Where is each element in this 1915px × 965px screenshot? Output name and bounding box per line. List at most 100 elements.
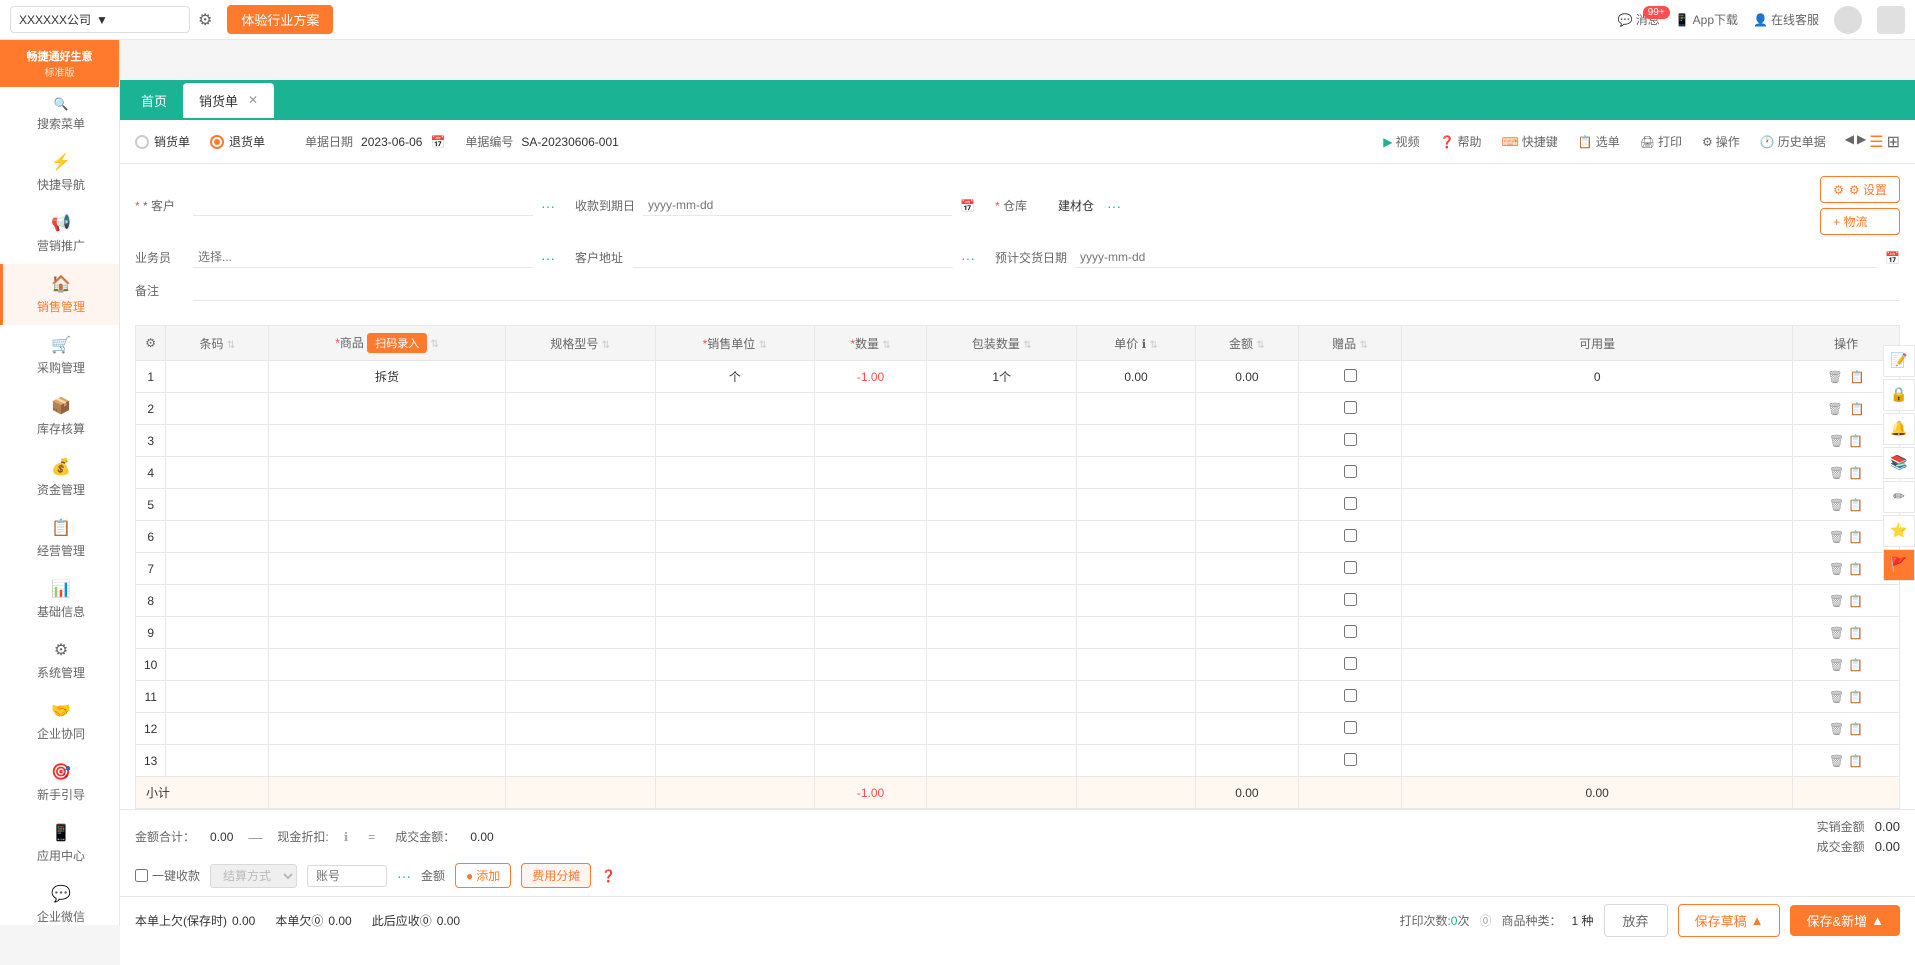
row1-gift[interactable] [1298,361,1401,393]
row1-barcode[interactable] [166,361,269,393]
tab-home[interactable]: 首页 [125,83,183,118]
online-service-btn[interactable]: 👤 在线客服 [1753,11,1819,28]
next-icon[interactable]: ▶ [1857,132,1866,152]
one-click-payment-label[interactable]: 一键收款 [135,867,200,884]
sidebar-item-operations[interactable]: 📋 经营管理 [0,508,119,569]
sidebar-item-enterprise[interactable]: 🤝 企业协同 [0,691,119,752]
avatar[interactable] [1834,6,1862,34]
customer-input[interactable] [193,195,533,216]
right-panel-note-icon[interactable]: 📝 [1883,345,1915,377]
sidebar-item-inventory[interactable]: 📦 库存核算 [0,386,119,447]
row12-gift-cb[interactable] [1344,721,1357,734]
sidebar-item-appstore[interactable]: 📱 应用中心 [0,813,119,874]
sidebar-item-sales[interactable]: 🏠 销售管理 [0,264,119,325]
row6-delete-icon[interactable]: 🗑 [1829,530,1844,544]
help-btn[interactable]: ❓ 帮助 [1434,130,1488,153]
discard-btn[interactable]: 放弃 [1604,904,1668,937]
account-input[interactable] [307,865,387,887]
row1-product[interactable]: 拆货 [269,361,505,393]
row8-copy-icon[interactable]: 📋 [1848,594,1863,608]
row4-delete-icon[interactable]: 🗑 [1829,466,1844,480]
product-types-icon[interactable]: ⓪ [1480,912,1492,929]
row9-copy-icon[interactable]: 📋 [1848,626,1863,640]
row1-copy-icon[interactable]: 📋 [1850,370,1865,384]
add-payment-btn[interactable]: ● 添加 [455,863,511,888]
settings-btn[interactable]: ⚙ ⚙ 设置 [1820,176,1900,203]
right-panel-star-icon[interactable]: ⭐ [1883,515,1915,547]
row13-delete-icon[interactable]: 🗑 [1829,754,1844,768]
prev-icon[interactable]: ◀ [1845,132,1854,152]
sidebar-item-system[interactable]: ⚙ 系统管理 [0,630,119,691]
remark-input[interactable] [193,280,1900,301]
account-more-btn[interactable]: ··· [397,868,411,884]
sidebar-item-wechat[interactable]: 💬 企业微信 [0,874,119,925]
discount-info-icon[interactable]: ℹ [344,830,349,844]
row8-delete-icon[interactable]: 🗑 [1829,594,1844,608]
row7-gift-cb[interactable] [1344,561,1357,574]
customer-address-input[interactable] [633,247,953,268]
sidebar-item-marketing[interactable]: 📢 营销推广 [0,203,119,264]
row11-copy-icon[interactable]: 📋 [1848,690,1863,704]
row3-copy-icon[interactable]: 📋 [1848,434,1863,448]
calendar-icon-payment[interactable]: 📅 [960,199,975,213]
radio-return[interactable]: 退货单 [210,133,265,150]
row3-gift-cb[interactable] [1344,433,1357,446]
sidebar-item-finance[interactable]: 💰 资金管理 [0,447,119,508]
row1-gift-cb[interactable] [1344,369,1357,382]
expense-help-icon[interactable]: ❓ [601,869,616,883]
calendar-icon-delivery[interactable]: 📅 [1885,251,1900,265]
trial-btn[interactable]: 体验行业方案 [227,5,333,34]
row5-delete-icon[interactable]: 🗑 [1829,498,1844,512]
row8-gift-cb[interactable] [1344,593,1357,606]
sidebar-item-quick-nav[interactable]: ⚡ 快捷导航 [0,142,119,203]
row11-delete-icon[interactable]: 🗑 [1829,690,1844,704]
list-view-icon[interactable]: ☰ [1869,132,1883,152]
one-click-payment-cb[interactable] [135,869,148,882]
row4-copy-icon[interactable]: 📋 [1848,466,1863,480]
sidebar-item-guide[interactable]: 🎯 新手引导 [0,752,119,813]
tab-sale-order[interactable]: 销货单 ✕ [183,83,274,118]
row5-copy-icon[interactable]: 📋 [1848,498,1863,512]
salesperson-more-btn[interactable]: ··· [541,250,555,266]
address-more-btn[interactable]: ··· [961,250,975,266]
row1-spec[interactable] [505,361,655,393]
print-btn[interactable]: 🖨 打印 [1634,130,1688,153]
row7-delete-icon[interactable]: 🗑 [1829,562,1844,576]
tab-close-icon[interactable]: ✕ [248,93,258,107]
row12-delete-icon[interactable]: 🗑 [1829,722,1844,736]
scan-btn[interactable]: 扫码录入 [367,333,427,353]
right-panel-bell-icon[interactable]: 🔔 [1883,413,1915,445]
app-download-btn[interactable]: 📱 App下载 [1675,11,1738,28]
logistics-btn[interactable]: + 物流 [1820,208,1900,235]
row13-copy-icon[interactable]: 📋 [1848,754,1863,768]
message-btn[interactable]: 💬 消息 99+ [1618,11,1660,28]
warehouse-more-btn[interactable]: ··· [1107,198,1121,214]
row11-gift-cb[interactable] [1344,689,1357,702]
row1-price[interactable]: 0.00 [1077,361,1196,393]
row13-gift-cb[interactable] [1344,753,1357,766]
right-panel-edit-icon[interactable]: ✏ [1883,481,1915,513]
right-panel-book-icon[interactable]: 📚 [1883,447,1915,479]
row6-copy-icon[interactable]: 📋 [1848,530,1863,544]
row7-copy-icon[interactable]: 📋 [1848,562,1863,576]
row5-gift-cb[interactable] [1344,497,1357,510]
row1-unit[interactable]: 个 [655,361,814,393]
row3-delete-icon[interactable]: 🗑 [1829,434,1844,448]
row9-delete-icon[interactable]: 🗑 [1829,626,1844,640]
save-draft-btn[interactable]: 保存草稿 ▲ [1678,904,1781,937]
row10-gift-cb[interactable] [1344,657,1357,670]
row10-copy-icon[interactable]: 📋 [1848,658,1863,672]
right-panel-flag-icon[interactable]: 🚩 [1883,549,1915,581]
settings-gear-icon[interactable]: ⚙ [198,10,212,30]
sidebar-item-basic[interactable]: 📊 基础信息 [0,569,119,630]
delivery-input[interactable] [1075,247,1877,268]
sidebar-search[interactable]: 🔍 搜索菜单 [0,87,119,142]
right-panel-lock-icon[interactable]: 🔒 [1883,379,1915,411]
row10-delete-icon[interactable]: 🗑 [1829,658,1844,672]
sidebar-item-purchase[interactable]: 🛒 采购管理 [0,325,119,386]
row6-gift-cb[interactable] [1344,529,1357,542]
company-selector[interactable]: XXXXXX公司 ▼ [10,6,190,33]
row1-qty[interactable]: -1.00 [814,361,926,393]
salesperson-input[interactable] [193,247,533,268]
operate-btn[interactable]: ⚙ 操作 [1696,130,1746,153]
